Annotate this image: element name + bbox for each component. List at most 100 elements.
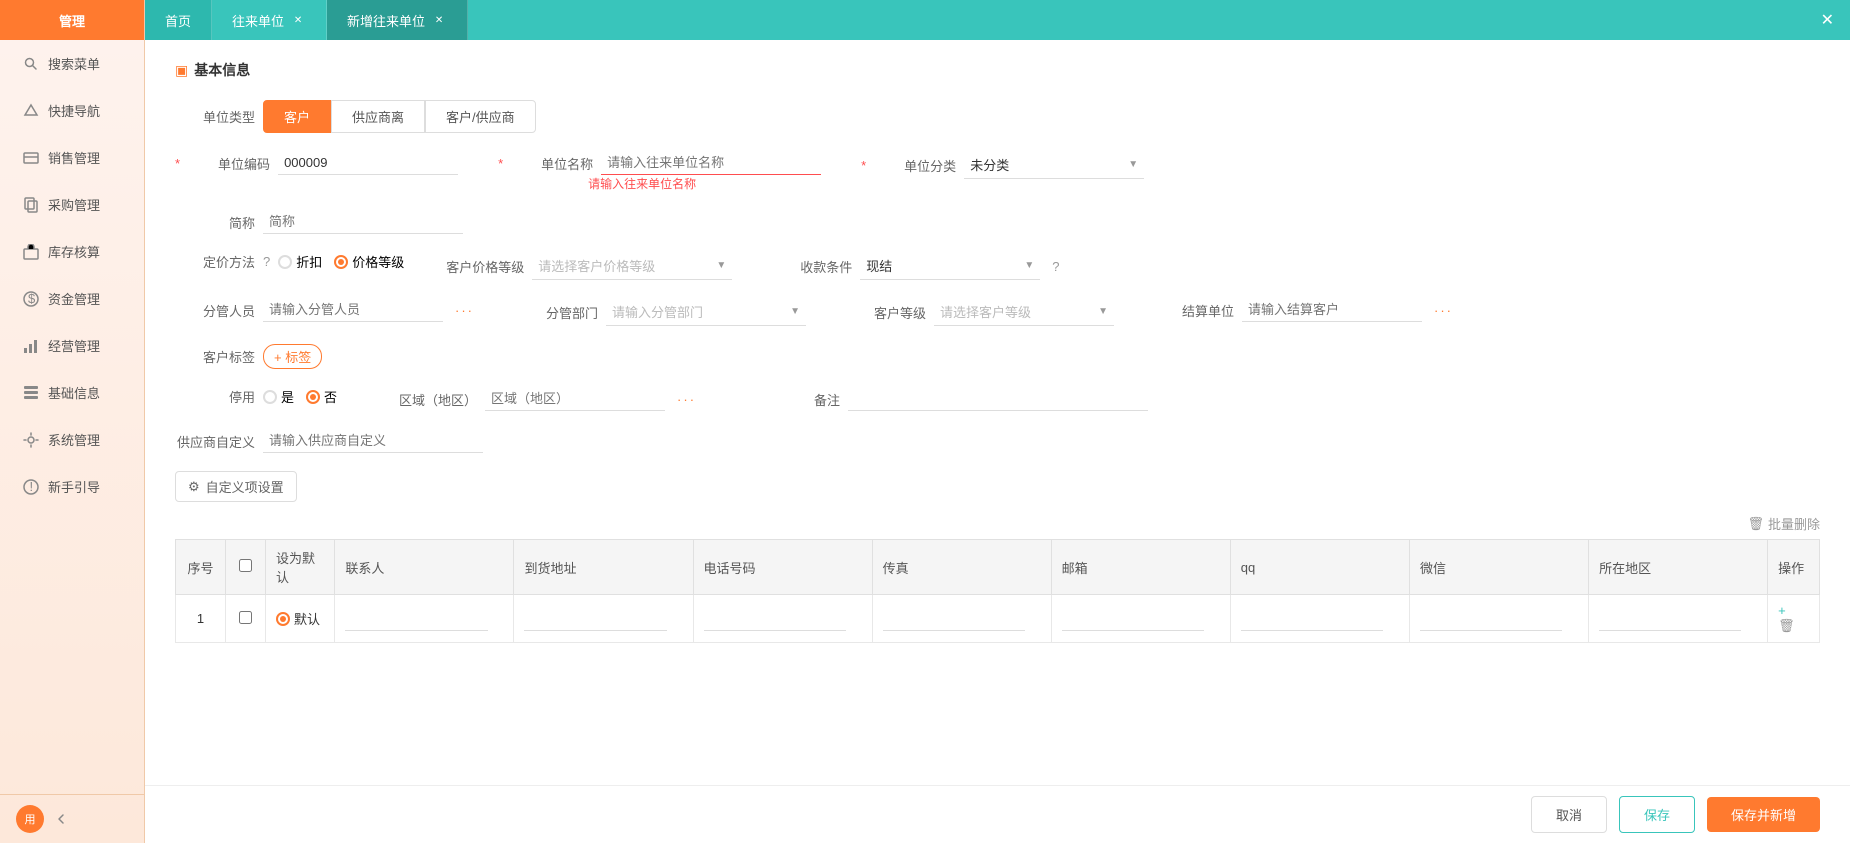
sidebar-item-quicknav[interactable]: 快捷导航 [6,89,138,132]
expand-icon[interactable] [52,810,70,828]
unit-type-both-btn[interactable]: 客户/供应商 [425,100,536,133]
sidebar-item-finance[interactable]: $ 资金管理 [6,277,138,320]
disabled-no-radio[interactable]: 否 [306,387,337,406]
finance-icon: $ [22,290,40,308]
row-email-1 [1051,595,1230,643]
add-row-btn[interactable]: + [1778,603,1786,618]
disabled-radio-group: 是 否 [263,387,337,406]
row-region-input-1[interactable] [1599,607,1741,631]
manager-more-btn[interactable]: ··· [451,303,478,318]
col-region: 所在地区 [1589,540,1768,595]
tab-new-contact[interactable]: 新增往来单位 ✕ [327,0,468,40]
sidebar-item-basic[interactable]: 基础信息 [6,371,138,414]
section-title: 基本信息 [194,60,250,80]
row-check-1 [226,595,266,643]
customer-level-placeholder: 请选择客户等级 [940,302,1031,321]
tab-contacts-close[interactable]: ✕ [290,12,306,28]
bulk-delete-label[interactable]: 批量删除 [1768,514,1820,533]
svg-text:!: ! [30,479,34,494]
department-field: 分管部门 请输入分管部门 ▼ [518,298,806,326]
save-button[interactable]: 保存 [1619,796,1695,833]
supplier-custom-input[interactable] [263,429,483,453]
unit-category-required: * [861,158,866,173]
custom-settings-button[interactable]: ⚙ 自定义项设置 [175,471,297,502]
pricing-level-radio[interactable]: 价格等级 [334,252,404,271]
table-row: 1 默认 [176,595,1820,643]
customer-level-label: 客户等级 [846,303,926,322]
chevron-down-icon2: ▼ [716,260,726,271]
sidebar-item-inventory[interactable]: 库存核算 [6,230,138,273]
abbr-input[interactable] [263,210,463,234]
disabled-row: 停用 是 否 区域（地区） [175,387,1820,411]
customer-price-field: 客户价格等级 请选择客户价格等级 ▼ [444,252,732,280]
pricing-discount-radio[interactable]: 折扣 [278,252,322,271]
tab-contacts[interactable]: 往来单位 ✕ [212,0,327,40]
qq-input-1[interactable] [1241,607,1383,631]
abbr-field: 简称 [175,210,1820,234]
sidebar-item-search[interactable]: 搜索菜单 [6,42,138,85]
col-fax: 传真 [872,540,1051,595]
unit-code-input[interactable] [278,151,458,175]
address-input-1[interactable] [524,607,666,631]
settlement-field: 结算单位 ··· [1154,298,1820,322]
customer-level-select[interactable]: 请选择客户等级 ▼ [934,298,1114,326]
contact-input-1[interactable] [345,607,487,631]
settlement-more-btn[interactable]: ··· [1430,303,1457,318]
col-num: 序号 [176,540,226,595]
region-input[interactable] [485,387,665,411]
row-action-1: + 🗑 [1768,595,1820,643]
sidebar-item-purchase[interactable]: 采购管理 [6,183,138,226]
region-more-btn[interactable]: ··· [673,392,700,407]
department-select[interactable]: 请输入分管部门 ▼ [606,298,806,326]
window-close-button[interactable]: ✕ [1805,0,1850,40]
wechat-input-1[interactable] [1420,607,1562,631]
sidebar-item-operations[interactable]: 经营管理 [6,324,138,367]
col-contact: 联系人 [335,540,514,595]
tab-home[interactable]: 首页 [145,0,212,40]
unit-type-supplier-btn[interactable]: 供应商离 [331,100,425,133]
row-1-checkbox[interactable] [239,611,252,624]
sidebar-item-basic-label: 基础信息 [48,383,100,402]
add-tag-button[interactable]: + 标签 [263,344,322,369]
unit-name-input[interactable] [601,151,821,175]
sidebar-item-quicknav-label: 快捷导航 [48,101,100,120]
chevron-down-icon4: ▼ [790,306,800,317]
delete-row-btn[interactable]: 🗑 [1778,618,1795,633]
customer-price-select[interactable]: 请选择客户价格等级 ▼ [532,252,732,280]
fax-input-1[interactable] [883,607,1025,631]
unit-code-field: * 单位编码 [175,151,458,175]
pricing-info-icon[interactable]: ? [263,254,270,269]
payment-info-icon[interactable]: ? [1052,259,1059,274]
cancel-button[interactable]: 取消 [1531,796,1607,833]
guide-icon: ! [22,478,40,496]
tab-new-contact-close[interactable]: ✕ [431,12,447,28]
unit-name-required: * [498,156,503,171]
default-radio-1[interactable]: 默认 [276,609,324,628]
sidebar-item-inventory-label: 库存核算 [48,242,100,261]
disabled-yes-radio[interactable]: 是 [263,387,294,406]
payment-terms-select[interactable]: 现结 ▼ [860,252,1040,280]
remarks-label: 备注 [760,390,840,409]
system-icon [22,431,40,449]
payment-terms-value: 现结 [866,256,892,275]
row-region-1 [1589,595,1768,643]
manager-input[interactable] [263,298,443,322]
remarks-input[interactable] [848,387,1148,411]
avatar: 用 [16,805,44,833]
pricing-label: 定价方法 [175,252,255,271]
row-num-1: 1 [176,595,226,643]
col-qq: qq [1230,540,1409,595]
sidebar-item-guide[interactable]: ! 新手引导 [6,465,138,508]
settlement-input[interactable] [1242,298,1422,322]
save-add-button[interactable]: 保存并新增 [1707,797,1820,832]
sidebar-item-sales[interactable]: 销售管理 [6,136,138,179]
quicknav-icon [22,102,40,120]
phone-input-1[interactable] [704,607,846,631]
unit-type-customer-btn[interactable]: 客户 [263,100,331,133]
unit-category-select[interactable]: 未分类 ▼ [964,151,1144,179]
sidebar-item-system[interactable]: 系统管理 [6,418,138,461]
sidebar-item-guide-label: 新手引导 [48,477,100,496]
select-all-checkbox[interactable] [239,559,252,572]
email-input-1[interactable] [1062,607,1204,631]
default-label-1: 默认 [294,609,320,628]
